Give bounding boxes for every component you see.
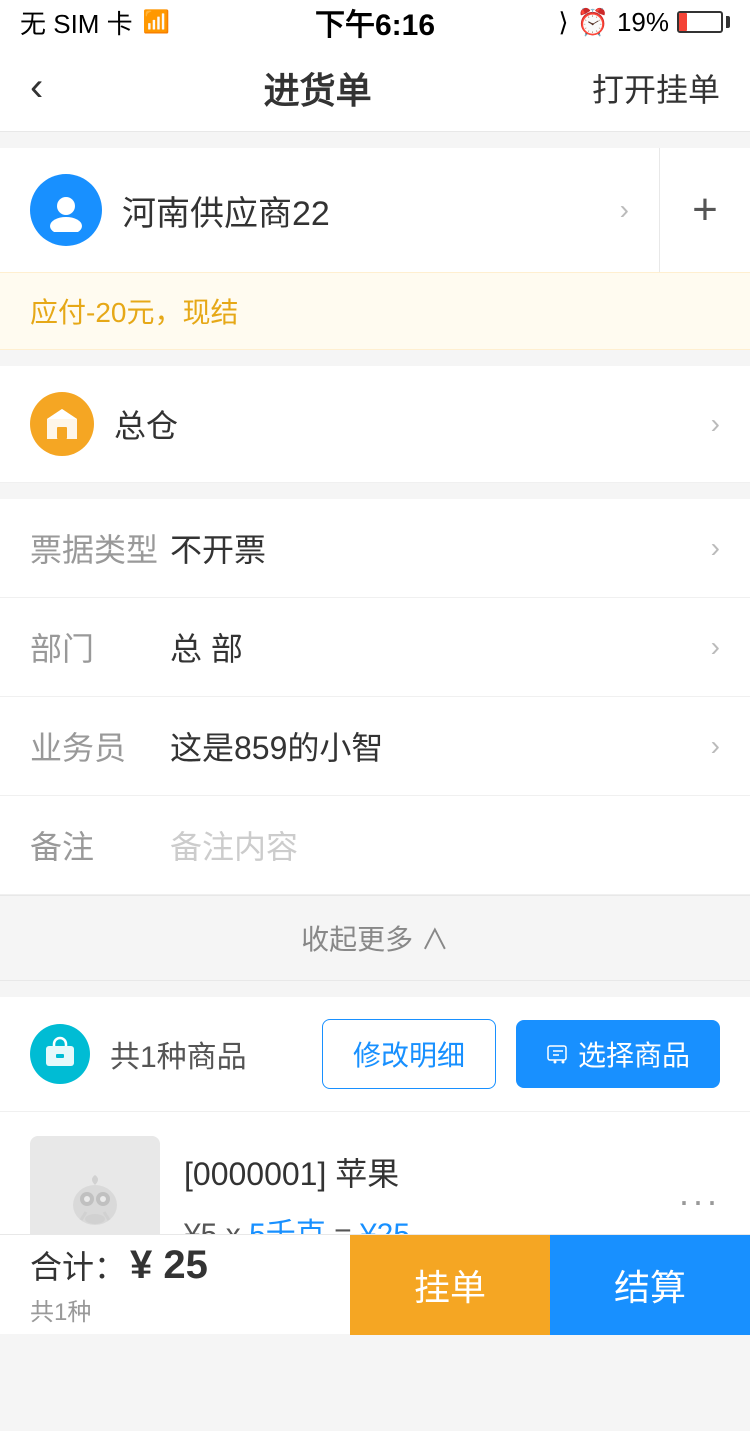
location-icon: ⟩ — [558, 7, 568, 38]
invoice-type-label: 票据类型 — [30, 525, 170, 571]
section-gap-1 — [0, 132, 750, 148]
salesperson-value: 这是859的小智 — [170, 723, 383, 769]
edit-detail-button[interactable]: 修改明细 — [322, 1019, 496, 1089]
dept-label: 部门 — [30, 624, 170, 670]
product-code: [0000001] — [184, 1156, 326, 1192]
invoice-type-row[interactable]: 票据类型 不开票 › — [0, 499, 750, 598]
status-bar-time: 下午6:16 — [315, 0, 435, 44]
note-row[interactable]: 备注 备注内容 — [0, 796, 750, 895]
alarm-icon: ⏰ — [577, 7, 609, 38]
salesperson-label: 业务员 — [30, 723, 170, 769]
supplier-selector[interactable]: 河南供应商22 › — [0, 148, 660, 272]
status-bar-right: ⟩ ⏰ 19% — [558, 7, 730, 38]
product-name: [0000001] 苹果 — [184, 1149, 654, 1195]
product-icon — [30, 1024, 90, 1084]
section-gap-4 — [0, 981, 750, 997]
total-row: 合计： ¥ 25 — [30, 1242, 320, 1288]
invoice-type-value: 不开票 — [170, 525, 266, 571]
total-label: 合计： — [30, 1242, 126, 1288]
dept-row[interactable]: 部门 总 部 › — [0, 598, 750, 697]
wifi-icon: 📶 — [143, 9, 170, 35]
collapse-bar[interactable]: 收起更多 ∧ — [0, 895, 750, 981]
dept-chevron-icon: › — [711, 631, 720, 663]
salesperson-chevron-icon: › — [711, 730, 720, 762]
section-gap-3 — [0, 483, 750, 499]
supplier-avatar — [30, 174, 102, 246]
warehouse-icon — [30, 392, 94, 456]
note-label: 备注 — [30, 822, 170, 868]
product-title-text: 苹果 — [335, 1156, 399, 1192]
select-product-label: 选择商品 — [578, 1034, 690, 1074]
suspend-button[interactable]: 挂单 — [350, 1235, 550, 1335]
product-thumb-icon — [59, 1165, 131, 1237]
supplier-chevron-icon: › — [620, 194, 629, 226]
summary-text: 合计： ¥ 25 共1种 — [0, 1242, 350, 1327]
warehouse-name: 总仓 — [114, 401, 695, 447]
carrier-text: 无 SIM 卡 — [20, 4, 133, 41]
product-more-button[interactable]: ··· — [678, 1180, 720, 1222]
warehouse-row[interactable]: 总仓 › — [0, 366, 750, 483]
back-button[interactable]: ‹ — [30, 65, 43, 110]
status-bar-left: 无 SIM 卡 📶 — [20, 4, 170, 41]
cart-icon — [546, 1042, 570, 1066]
add-supplier-button[interactable]: + — [660, 148, 750, 272]
invoice-chevron-icon: › — [711, 532, 720, 564]
page-title: 进货单 — [264, 62, 372, 114]
note-placeholder: 备注内容 — [170, 822, 298, 868]
total-sub: 共1种 — [30, 1292, 320, 1327]
battery-percent: 19% — [617, 7, 669, 38]
salesperson-row[interactable]: 业务员 这是859的小智 › — [0, 697, 750, 796]
bottom-summary-bar: 合计： ¥ 25 共1种 挂单 结算 — [0, 1234, 750, 1334]
product-count: 共1种商品 — [110, 1032, 302, 1076]
warehouse-chevron-icon: › — [711, 408, 720, 440]
section-gap-2 — [0, 350, 750, 366]
status-bar: 无 SIM 卡 📶 下午6:16 ⟩ ⏰ 19% — [0, 0, 750, 44]
checkout-button[interactable]: 结算 — [550, 1235, 750, 1335]
select-product-button[interactable]: 选择商品 — [516, 1020, 720, 1088]
nav-bar: ‹ 进货单 打开挂单 — [0, 44, 750, 132]
total-value: ¥ 25 — [130, 1243, 208, 1288]
supplier-notice: 应付-20元，现结 — [0, 272, 750, 350]
supplier-name: 河南供应商22 — [122, 186, 604, 235]
supplier-section: 河南供应商22 › + — [0, 148, 750, 272]
product-header: 共1种商品 修改明细 选择商品 — [0, 997, 750, 1112]
open-suspend-button[interactable]: 打开挂单 — [592, 65, 720, 111]
dept-value: 总 部 — [170, 624, 243, 670]
battery-icon — [677, 11, 730, 33]
